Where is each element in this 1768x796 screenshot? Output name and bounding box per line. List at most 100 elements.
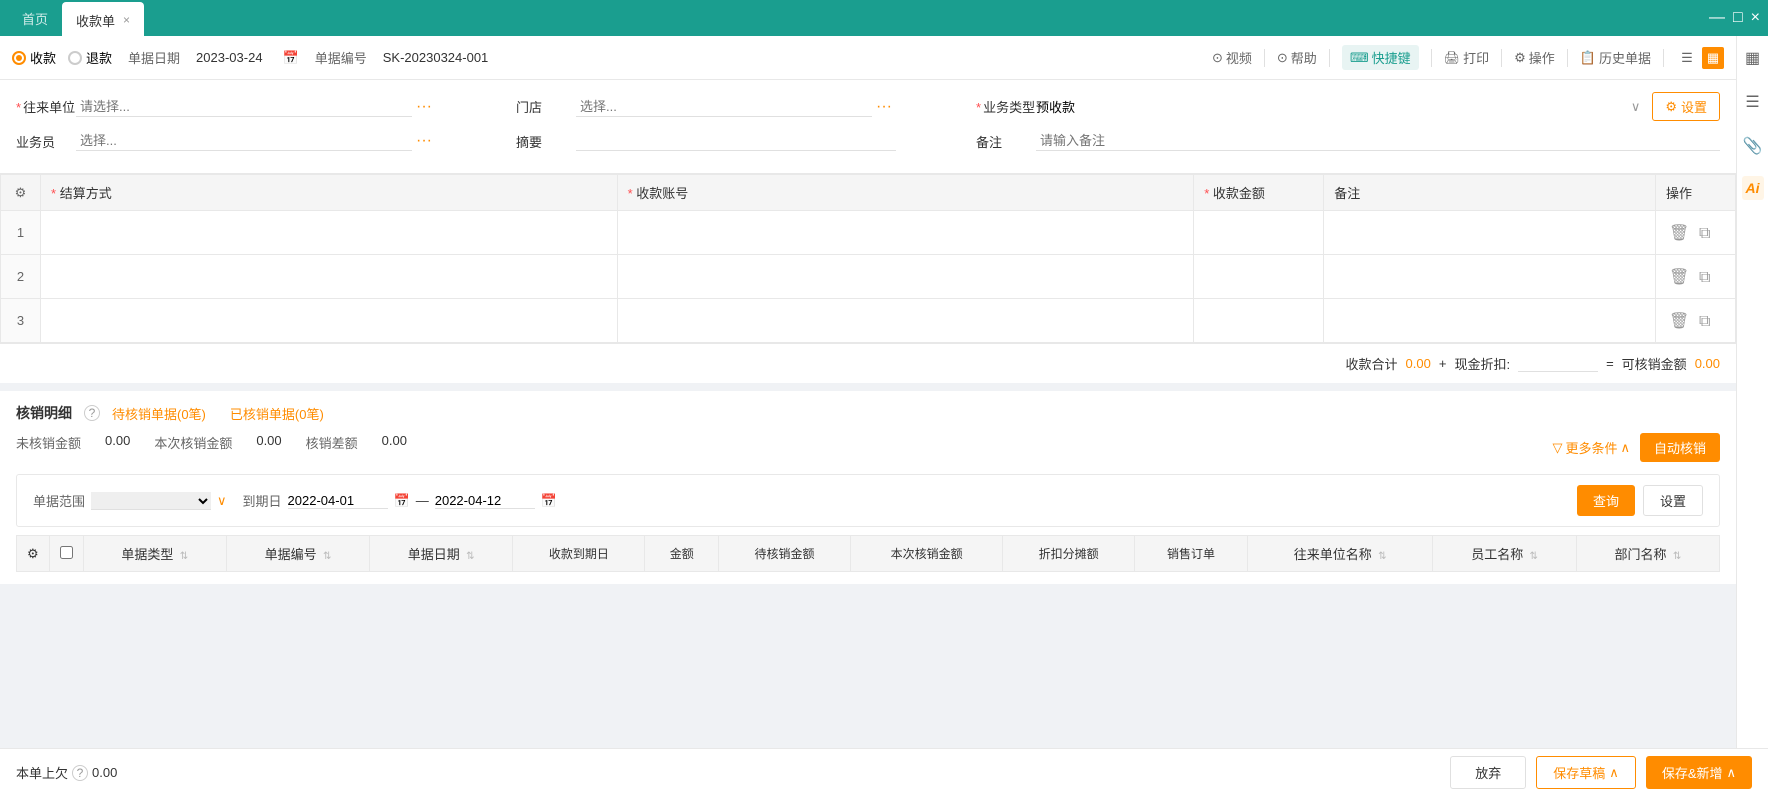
salesperson-more-btn[interactable]: ··· xyxy=(412,132,436,150)
store-label: 门店 xyxy=(516,97,576,116)
filter-icon: ▽ xyxy=(1552,440,1562,456)
summary-row: 收款合计 0.00 + 现金折扣: = 可核销金额 0.00 xyxy=(0,343,1736,383)
business-type-dropdown[interactable]: ∨ xyxy=(1631,99,1641,115)
amount-cell-2[interactable] xyxy=(1194,255,1324,299)
done-tab[interactable]: 已核销单据(0笔) xyxy=(230,404,324,423)
summary-label: 摘要 xyxy=(516,132,576,151)
settings-label: 设置 xyxy=(1681,97,1707,116)
delete-row-2-icon[interactable]: 🗑 xyxy=(1666,269,1692,286)
main-content: 收款 退款 单据日期 2023-03-24 📅 单据编号 SK-20230324… xyxy=(0,36,1736,796)
select-all-checkbox[interactable] xyxy=(60,546,73,559)
abandon-btn[interactable]: 放弃 xyxy=(1450,756,1526,789)
sidebar-table-icon[interactable]: ▦ xyxy=(1741,44,1764,72)
range-filter: 单据范围 ∨ xyxy=(33,491,227,510)
col-account: * 收款账号 xyxy=(617,175,1194,211)
diff-label: 核销差额 xyxy=(306,433,358,462)
tab-receipt[interactable]: 收款单 × xyxy=(62,2,144,38)
help-action[interactable]: ⊙ 帮助 xyxy=(1277,48,1317,67)
query-btn[interactable]: 查询 xyxy=(1577,485,1635,516)
history-label: 历史单据 xyxy=(1599,48,1651,67)
summary-input[interactable] xyxy=(576,131,896,151)
sidebar-ai-icon[interactable]: Ai xyxy=(1742,176,1764,200)
operation-icon: ⚙ xyxy=(1514,50,1526,66)
pending-tab[interactable]: 待核销单据(0笔) xyxy=(112,404,206,423)
amount-cell-3[interactable] xyxy=(1194,299,1324,343)
help-icon: ⊙ xyxy=(1277,50,1288,66)
bottom-table-settings-icon[interactable]: ⚙ xyxy=(27,546,39,561)
maximize-btn[interactable]: □ xyxy=(1733,9,1743,27)
col-dept: 部门名称 ⇅ xyxy=(1576,536,1719,572)
copy-row-2-icon[interactable]: ⧉ xyxy=(1696,269,1713,286)
remark-cell-3[interactable] xyxy=(1324,299,1656,343)
due-label: 到期日 xyxy=(243,491,282,510)
account-cell-2[interactable] xyxy=(617,255,1194,299)
history-action[interactable]: 📋 历史单据 xyxy=(1580,48,1651,67)
col-pending: 待核销金额 xyxy=(718,536,850,572)
recon-info-icon[interactable]: ? xyxy=(84,405,100,421)
remark-label: 备注 xyxy=(976,132,1036,151)
counterpart-more-btn[interactable]: ··· xyxy=(412,98,436,116)
delete-row-3-icon[interactable]: 🗑 xyxy=(1666,313,1692,330)
delete-row-1-icon[interactable]: 🗑 xyxy=(1666,225,1692,242)
minimize-btn[interactable]: — xyxy=(1709,9,1725,27)
store-input[interactable] xyxy=(576,97,872,117)
print-action[interactable]: 🖨 打印 xyxy=(1444,48,1490,67)
more-conditions-link[interactable]: ▽ 更多条件 ∧ xyxy=(1552,438,1630,457)
settlement-cell-2[interactable] xyxy=(41,255,618,299)
store-field: 门店 ··· xyxy=(516,97,896,117)
tab-close-icon[interactable]: × xyxy=(123,13,130,27)
operation-action[interactable]: ⚙ 操作 xyxy=(1514,48,1555,67)
table-row: 3 🗑 ⧉ xyxy=(1,299,1736,343)
discount-input[interactable] xyxy=(1518,356,1598,372)
close-btn[interactable]: × xyxy=(1751,9,1760,27)
range-select[interactable] xyxy=(91,492,211,510)
settlement-cell-1[interactable] xyxy=(41,211,618,255)
filter-settings-btn[interactable]: 设置 xyxy=(1643,485,1703,516)
amount-cell-1[interactable] xyxy=(1194,211,1324,255)
date-to-calendar-icon[interactable]: 📅 xyxy=(541,493,557,509)
remark-input[interactable] xyxy=(1036,131,1720,151)
save-new-btn[interactable]: 保存&新增 ∧ xyxy=(1646,756,1752,789)
settings-btn[interactable]: ⚙ 设置 xyxy=(1652,92,1720,121)
account-cell-1[interactable] xyxy=(617,211,1194,255)
refund-radio[interactable]: 退款 xyxy=(68,48,112,67)
remark-cell-1[interactable] xyxy=(1324,211,1656,255)
business-type-label: 业务类型 xyxy=(976,97,1036,116)
col-discount: 折扣分摊额 xyxy=(1002,536,1134,572)
copy-row-3-icon[interactable]: ⧉ xyxy=(1696,313,1713,330)
date-value: 2023-03-24 xyxy=(196,50,263,65)
grid-view-icon[interactable]: ▦ xyxy=(1702,47,1724,69)
date-to-input[interactable] xyxy=(435,493,535,509)
date-from-input[interactable] xyxy=(288,493,388,509)
tab-home[interactable]: 首页 xyxy=(8,0,62,36)
save-draft-btn[interactable]: 保存草稿 ∧ xyxy=(1536,756,1636,789)
shortcut-action[interactable]: ⌨ 快捷键 xyxy=(1342,45,1419,70)
salesperson-input[interactable] xyxy=(76,131,412,151)
col-remark: 备注 xyxy=(1324,175,1656,211)
sidebar-doc-icon[interactable]: ☰ xyxy=(1741,88,1763,116)
date-picker-icon[interactable]: 📅 xyxy=(283,50,299,66)
operation-label: 操作 xyxy=(1529,48,1555,67)
table-row: 2 🗑 ⧉ xyxy=(1,255,1736,299)
date-from-calendar-icon[interactable]: 📅 xyxy=(394,493,410,509)
divider-4 xyxy=(1501,49,1502,67)
refund-radio-label: 退款 xyxy=(86,48,112,67)
receipt-radio[interactable]: 收款 xyxy=(12,48,56,67)
copy-row-1-icon[interactable]: ⧉ xyxy=(1696,225,1713,242)
help-label: 帮助 xyxy=(1291,48,1317,67)
remark-cell-2[interactable] xyxy=(1324,255,1656,299)
total-value: 0.00 xyxy=(1406,356,1431,371)
store-more-btn[interactable]: ··· xyxy=(872,98,896,116)
list-view-icon[interactable]: ☰ xyxy=(1676,47,1698,69)
settlement-cell-3[interactable] xyxy=(41,299,618,343)
counterpart-input[interactable] xyxy=(76,97,412,117)
video-action[interactable]: ⊙ 视频 xyxy=(1212,48,1252,67)
form-row-1: 往来单位 ··· 门店 ··· 业务类型 预收款 ∨ ⚙ 设置 xyxy=(16,92,1720,121)
auto-reconcile-btn[interactable]: 自动核销 xyxy=(1640,433,1720,462)
footer-info-icon[interactable]: ? xyxy=(72,765,88,781)
sidebar-attachment-icon[interactable]: 📎 xyxy=(1739,132,1767,160)
save-draft-arrow: ∧ xyxy=(1609,765,1619,781)
account-cell-3[interactable] xyxy=(617,299,1194,343)
table-settings-icon[interactable]: ⚙ xyxy=(15,185,27,200)
col-type: 单据类型 ⇅ xyxy=(83,536,226,572)
